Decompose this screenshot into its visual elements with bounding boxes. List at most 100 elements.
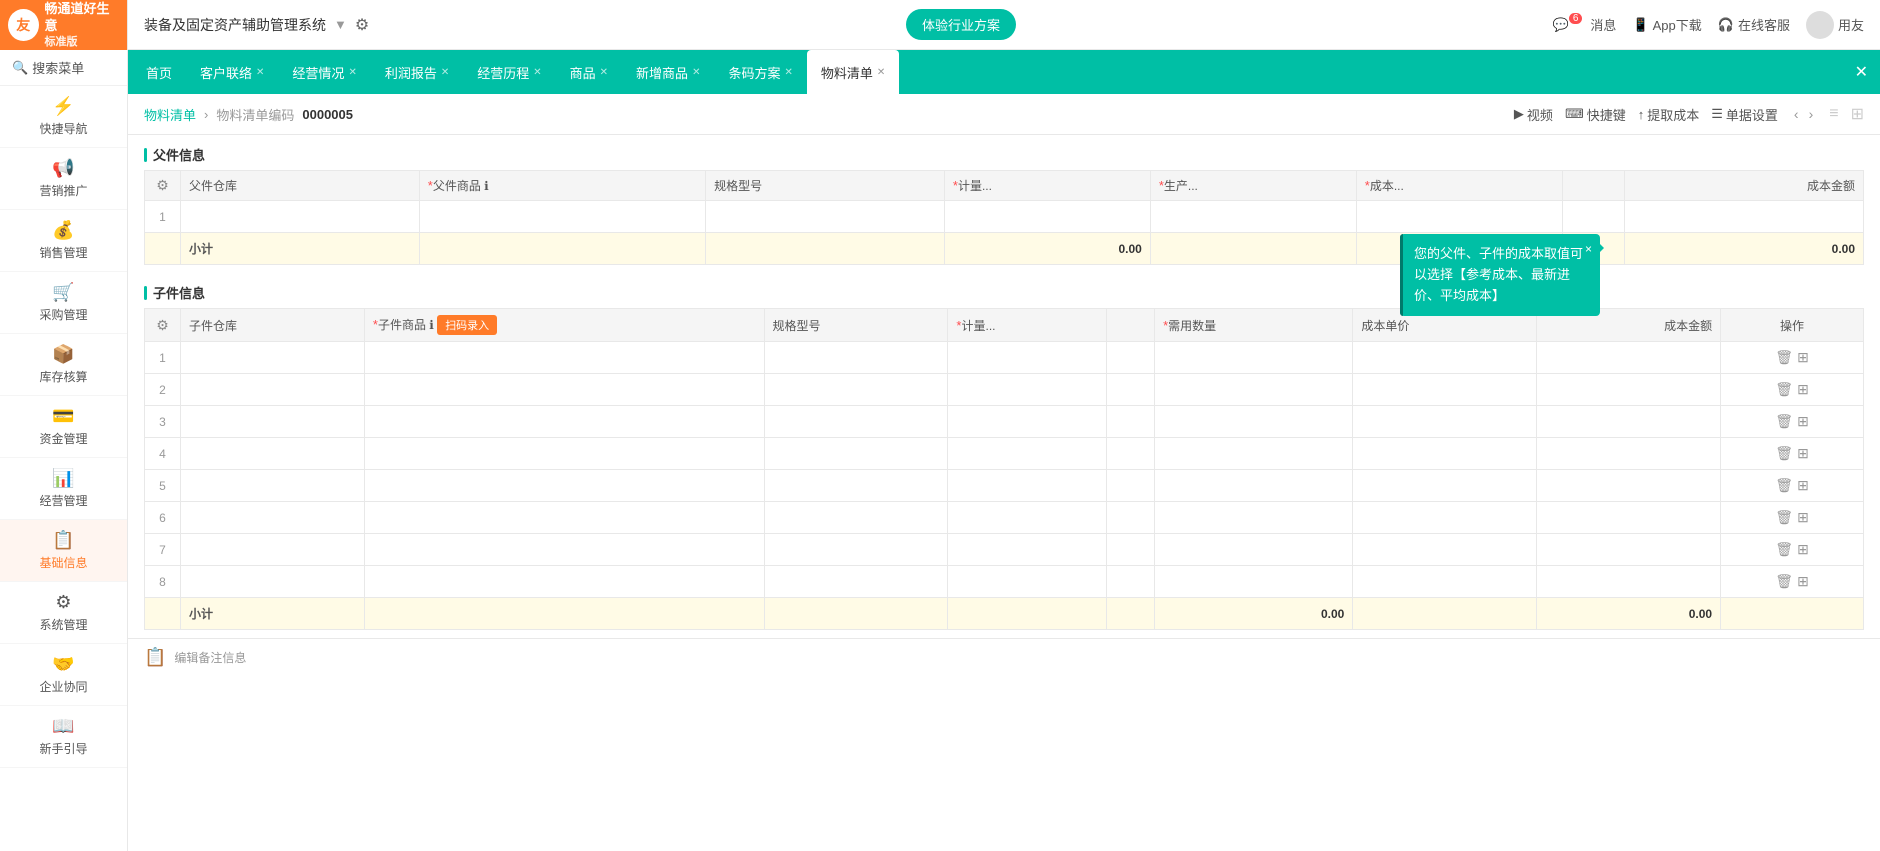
messages-btn[interactable]: 💬 6 消息 (1553, 15, 1617, 34)
tab-history-close[interactable]: ✕ (533, 67, 541, 78)
scan-btn[interactable]: 扫码录入 (437, 315, 497, 335)
delete-icon[interactable]: 🗑 (1775, 573, 1793, 590)
system-dropdown[interactable]: ▼ (334, 17, 347, 32)
child-warehouse-cell[interactable] (181, 438, 365, 470)
delete-icon[interactable]: 🗑 (1775, 413, 1793, 430)
child-unit-cell[interactable] (948, 502, 1107, 534)
child-product-cell[interactable] (364, 374, 764, 406)
child-unit-cell[interactable] (948, 438, 1107, 470)
child-qty-cell[interactable] (1155, 566, 1353, 598)
child-product-cell[interactable] (364, 534, 764, 566)
child-qty-cell[interactable] (1155, 406, 1353, 438)
delete-icon[interactable]: 🗑 (1775, 445, 1793, 462)
delete-icon[interactable]: 🗑 (1775, 509, 1793, 526)
next-arrow[interactable]: › (1805, 104, 1818, 124)
sidebar-item-basic-info[interactable]: 📋 基础信息 (0, 520, 127, 582)
child-spec-cell[interactable] (764, 470, 948, 502)
child-qty-cell[interactable] (1155, 470, 1353, 502)
trial-button[interactable]: 体验行业方案 (906, 9, 1016, 40)
tab-profit[interactable]: 利润报告 ✕ (371, 50, 463, 94)
child-unit-price-cell[interactable] (1353, 438, 1537, 470)
child-product-cell[interactable] (364, 566, 764, 598)
child-qty-cell[interactable] (1155, 342, 1353, 374)
sidebar-item-inventory[interactable]: 📦 库存核算 (0, 334, 127, 396)
single-settings-btn[interactable]: ☰ 单据设置 (1711, 105, 1778, 124)
child-spec-cell[interactable] (764, 438, 948, 470)
child-warehouse-cell[interactable] (181, 566, 365, 598)
child-product-cell[interactable] (364, 502, 764, 534)
delete-icon[interactable]: 🗑 (1775, 381, 1793, 398)
child-unit-price-cell[interactable] (1353, 534, 1537, 566)
tab-barcode[interactable]: 条码方案 ✕ (714, 50, 806, 94)
online-service-btn[interactable]: 🎧 在线客服 (1718, 15, 1790, 34)
panel-toggle[interactable]: ≡ (1829, 105, 1838, 123)
child-unit-cell[interactable] (948, 470, 1107, 502)
child-spec-cell[interactable] (764, 374, 948, 406)
tab-operations[interactable]: 经营情况 ✕ (278, 50, 370, 94)
child-unit-cell[interactable] (948, 374, 1107, 406)
bottom-icon[interactable]: 📋 (144, 647, 166, 668)
child-unit-cell[interactable] (948, 342, 1107, 374)
tab-profit-close[interactable]: ✕ (441, 67, 449, 78)
child-spec-cell[interactable] (764, 566, 948, 598)
prev-arrow[interactable]: ‹ (1790, 104, 1803, 124)
child-unit-price-cell[interactable] (1353, 342, 1537, 374)
child-spec-cell[interactable] (764, 534, 948, 566)
child-unit-cell[interactable] (948, 406, 1107, 438)
app-download-btn[interactable]: 📱 App下载 (1632, 15, 1701, 34)
copy-icon[interactable]: ⊞ (1797, 573, 1809, 590)
child-unit-cell[interactable] (948, 566, 1107, 598)
tab-customer-close[interactable]: ✕ (256, 67, 264, 78)
tooltip-close-btn[interactable]: × (1585, 240, 1592, 259)
sidebar-item-marketing[interactable]: 📢 营销推广 (0, 148, 127, 210)
tab-history[interactable]: 经营历程 ✕ (463, 50, 555, 94)
parent-product-cell[interactable] (419, 201, 705, 233)
copy-icon[interactable]: ⊞ (1797, 477, 1809, 494)
child-unit-price-cell[interactable] (1353, 470, 1537, 502)
child-product-cell[interactable] (364, 406, 764, 438)
child-warehouse-cell[interactable] (181, 470, 365, 502)
extract-cost-btn[interactable]: ↑ 提取成本 (1638, 105, 1700, 124)
parent-produce-cell[interactable] (1150, 201, 1356, 233)
tab-goods-close[interactable]: ✕ (600, 67, 608, 78)
child-warehouse-cell[interactable] (181, 406, 365, 438)
sidebar-item-finance[interactable]: 💳 资金管理 (0, 396, 127, 458)
copy-icon[interactable]: ⊞ (1797, 445, 1809, 462)
child-spec-cell[interactable] (764, 342, 948, 374)
delete-icon[interactable]: 🗑 (1775, 477, 1793, 494)
tab-bom[interactable]: 物料清单 ✕ (807, 50, 899, 94)
child-product-cell[interactable] (364, 470, 764, 502)
child-settings-icon[interactable]: ⚙ (156, 317, 169, 333)
child-unit-price-cell[interactable] (1353, 374, 1537, 406)
parent-warehouse-cell[interactable] (181, 201, 420, 233)
tab-add-goods[interactable]: 新增商品 ✕ (622, 50, 714, 94)
sidebar-item-guide[interactable]: 📖 新手引导 (0, 706, 127, 768)
child-warehouse-cell[interactable] (181, 374, 365, 406)
copy-icon[interactable]: ⊞ (1797, 349, 1809, 366)
user-btn[interactable]: 用友 (1806, 11, 1864, 39)
delete-icon[interactable]: 🗑 (1775, 349, 1793, 366)
nav-close-all[interactable]: ✕ (1847, 62, 1876, 82)
breadcrumb[interactable]: 物料清单 (144, 105, 196, 124)
child-warehouse-cell[interactable] (181, 534, 365, 566)
sidebar-item-operations[interactable]: 📊 经营管理 (0, 458, 127, 520)
sidebar-item-cooperation[interactable]: 🤝 企业协同 (0, 644, 127, 706)
tab-add-goods-close[interactable]: ✕ (692, 67, 700, 78)
shortcut-btn[interactable]: ⌨ 快捷键 (1565, 105, 1626, 124)
tab-customer[interactable]: 客户联络 ✕ (186, 50, 278, 94)
sidebar-item-quick-nav[interactable]: ⚡ 快捷导航 (0, 86, 127, 148)
parent-spec-cell[interactable] (706, 201, 945, 233)
tab-bom-close[interactable]: ✕ (877, 67, 885, 78)
sidebar-item-purchase[interactable]: 🛒 采购管理 (0, 272, 127, 334)
delete-icon[interactable]: 🗑 (1775, 541, 1793, 558)
child-qty-cell[interactable] (1155, 374, 1353, 406)
copy-icon[interactable]: ⊞ (1797, 381, 1809, 398)
child-unit-price-cell[interactable] (1353, 406, 1537, 438)
child-qty-cell[interactable] (1155, 502, 1353, 534)
child-unit-price-cell[interactable] (1353, 566, 1537, 598)
child-product-cell[interactable] (364, 342, 764, 374)
parent-unit-cell[interactable] (944, 201, 1150, 233)
child-qty-cell[interactable] (1155, 438, 1353, 470)
view-btn[interactable]: ▶ 视频 (1514, 105, 1553, 124)
child-qty-cell[interactable] (1155, 534, 1353, 566)
